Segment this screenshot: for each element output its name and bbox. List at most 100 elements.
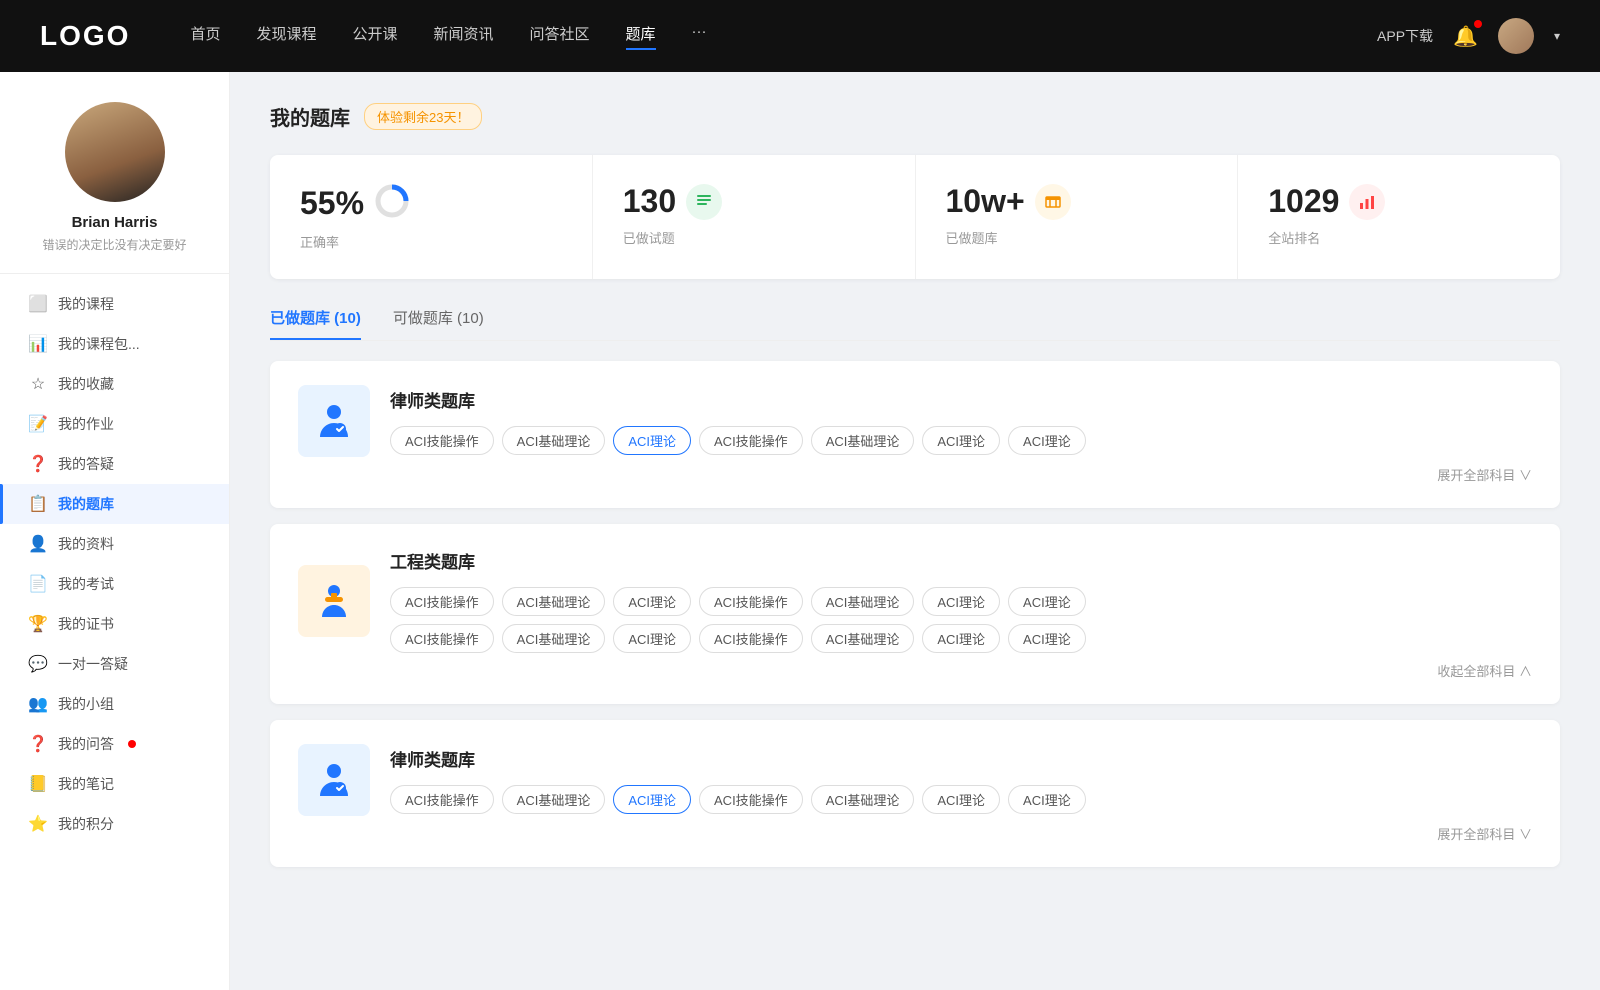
page-title: 我的题库	[270, 102, 350, 131]
tags-row-2: ACI技能操作 ACI基础理论 ACI理论 ACI技能操作 ACI基础理论 AC…	[390, 785, 1532, 814]
sidebar-item-question-bank[interactable]: 📋 我的题库	[0, 484, 229, 524]
qbank-card-0: 律师类题库 ACI技能操作 ACI基础理论 ACI理论 ACI技能操作 ACI基…	[270, 361, 1560, 508]
qbank-info-2: 律师类题库 ACI技能操作 ACI基础理论 ACI理论 ACI技能操作 ACI基…	[390, 746, 1532, 814]
tag-2-4[interactable]: ACI基础理论	[811, 785, 915, 814]
sidebar-item-favorites[interactable]: ☆ 我的收藏	[0, 364, 229, 404]
tag-1-1[interactable]: ACI基础理论	[502, 587, 606, 616]
stat-done-questions: 130 已做试题	[593, 155, 916, 279]
nav-qa[interactable]: 问答社区	[530, 23, 590, 50]
stat-top: 130	[623, 183, 885, 220]
tag-1-9[interactable]: ACI理论	[613, 624, 691, 653]
sidebar-item-qa[interactable]: ❓ 我的答疑	[0, 444, 229, 484]
nav-courses[interactable]: 发现课程	[256, 23, 316, 50]
stat-done-banks: 10w+ 已做题库	[916, 155, 1239, 279]
chat-icon: 💬	[28, 654, 48, 674]
nav-home[interactable]: 首页	[190, 23, 220, 50]
tag-0-2[interactable]: ACI理论	[613, 426, 691, 455]
my-qa-icon: ❓	[28, 734, 48, 754]
stat-value-rank: 1029	[1268, 183, 1339, 220]
sidebar-item-profile[interactable]: 👤 我的资料	[0, 524, 229, 564]
tag-0-1[interactable]: ACI基础理论	[502, 426, 606, 455]
tag-1-10[interactable]: ACI技能操作	[699, 624, 803, 653]
sidebar-item-notes[interactable]: 📒 我的笔记	[0, 764, 229, 804]
avatar	[65, 102, 165, 202]
nav-news[interactable]: 新闻资讯	[434, 23, 494, 50]
sidebar-item-my-course[interactable]: ⬜ 我的课程	[0, 284, 229, 324]
tab-available-banks[interactable]: 可做题库 (10)	[393, 307, 484, 340]
tag-1-4[interactable]: ACI基础理论	[811, 587, 915, 616]
tag-0-4[interactable]: ACI基础理论	[811, 426, 915, 455]
stat-value-banks: 10w+	[946, 183, 1025, 220]
qa-red-dot	[128, 740, 136, 748]
question-icon: ❓	[28, 454, 48, 474]
star-icon: ☆	[28, 374, 48, 394]
tag-1-3[interactable]: ACI技能操作	[699, 587, 803, 616]
sidebar-menu: ⬜ 我的课程 📊 我的课程包... ☆ 我的收藏 📝 我的作业 ❓ 我的答疑 📋	[0, 274, 229, 854]
qbank-header-1: 工程类题库 ACI技能操作 ACI基础理论 ACI理论 ACI技能操作 ACI基…	[298, 548, 1532, 653]
tag-0-0[interactable]: ACI技能操作	[390, 426, 494, 455]
sidebar-item-label: 我的笔记	[58, 774, 114, 794]
tag-0-6[interactable]: ACI理论	[1008, 426, 1086, 455]
tag-0-5[interactable]: ACI理论	[922, 426, 1000, 455]
sidebar-item-exam[interactable]: 📄 我的考试	[0, 564, 229, 604]
sidebar-item-label: 我的考试	[58, 574, 114, 594]
tabs-row: 已做题库 (10) 可做题库 (10)	[270, 307, 1560, 341]
tag-1-13[interactable]: ACI理论	[1008, 624, 1086, 653]
tag-1-6[interactable]: ACI理论	[1008, 587, 1086, 616]
nav-open-course[interactable]: 公开课	[352, 23, 397, 50]
tag-1-11[interactable]: ACI基础理论	[811, 624, 915, 653]
tag-2-1[interactable]: ACI基础理论	[502, 785, 606, 814]
sidebar-item-label: 一对一答疑	[58, 654, 128, 674]
navbar: LOGO 首页 发现课程 公开课 新闻资讯 问答社区 题库 ··· APP下载 …	[0, 0, 1600, 72]
profile-section: Brian Harris 错误的决定比没有决定要好	[0, 102, 229, 274]
tag-1-7[interactable]: ACI技能操作	[390, 624, 494, 653]
notification-badge	[1474, 20, 1482, 28]
expand-link-0[interactable]: 展开全部科目 ∨	[298, 465, 1532, 484]
tab-done-banks[interactable]: 已做题库 (10)	[270, 307, 361, 340]
tag-1-2[interactable]: ACI理论	[613, 587, 691, 616]
sidebar-item-label: 我的资料	[58, 534, 114, 554]
tag-0-3[interactable]: ACI技能操作	[699, 426, 803, 455]
sidebar-item-label: 我的小组	[58, 694, 114, 714]
tag-1-5[interactable]: ACI理论	[922, 587, 1000, 616]
user-menu-chevron[interactable]: ▾	[1554, 29, 1560, 43]
tag-2-2[interactable]: ACI理论	[613, 785, 691, 814]
qbank-card-2: 律师类题库 ACI技能操作 ACI基础理论 ACI理论 ACI技能操作 ACI基…	[270, 720, 1560, 867]
list-icon	[686, 184, 722, 220]
profile-icon: 👤	[28, 534, 48, 554]
nav-question-bank[interactable]: 题库	[626, 23, 656, 50]
tag-1-12[interactable]: ACI理论	[922, 624, 1000, 653]
tags-row-0: ACI技能操作 ACI基础理论 ACI理论 ACI技能操作 ACI基础理论 AC…	[390, 426, 1532, 455]
sidebar-item-course-pack[interactable]: 📊 我的课程包...	[0, 324, 229, 364]
certificate-icon: 🏆	[28, 614, 48, 634]
user-avatar-nav[interactable]	[1498, 18, 1534, 54]
stat-value-done: 130	[623, 183, 676, 220]
collapse-link-1[interactable]: 收起全部科目 ∧	[298, 661, 1532, 680]
tag-2-5[interactable]: ACI理论	[922, 785, 1000, 814]
sidebar-item-group[interactable]: 👥 我的小组	[0, 684, 229, 724]
sidebar-item-certificate[interactable]: 🏆 我的证书	[0, 604, 229, 644]
sidebar-item-homework[interactable]: 📝 我的作业	[0, 404, 229, 444]
tag-1-0[interactable]: ACI技能操作	[390, 587, 494, 616]
app-download-button[interactable]: APP下载	[1377, 26, 1433, 46]
tag-2-3[interactable]: ACI技能操作	[699, 785, 803, 814]
page-title-row: 我的题库 体验剩余23天！	[270, 102, 1560, 131]
expand-link-2[interactable]: 展开全部科目 ∨	[298, 824, 1532, 843]
course-pack-icon: 📊	[28, 334, 48, 354]
stat-label-accuracy: 正确率	[300, 232, 562, 251]
nav-more[interactable]: ···	[692, 23, 707, 50]
tag-2-6[interactable]: ACI理论	[1008, 785, 1086, 814]
sidebar-item-one-on-one[interactable]: 💬 一对一答疑	[0, 644, 229, 684]
sidebar-item-label: 我的积分	[58, 814, 114, 834]
sidebar-item-points[interactable]: ⭐ 我的积分	[0, 804, 229, 844]
tag-2-0[interactable]: ACI技能操作	[390, 785, 494, 814]
tag-1-8[interactable]: ACI基础理论	[502, 624, 606, 653]
notification-bell[interactable]: 🔔	[1453, 24, 1478, 49]
stat-accuracy: 55% 正确率	[270, 155, 593, 279]
qbank-info-1: 工程类题库 ACI技能操作 ACI基础理论 ACI理论 ACI技能操作 ACI基…	[390, 548, 1532, 653]
sidebar-item-my-qa[interactable]: ❓ 我的问答	[0, 724, 229, 764]
logo[interactable]: LOGO	[40, 20, 130, 52]
bank-icon	[1035, 184, 1071, 220]
sidebar-item-label: 我的题库	[58, 494, 114, 514]
stat-top: 55%	[300, 183, 562, 224]
